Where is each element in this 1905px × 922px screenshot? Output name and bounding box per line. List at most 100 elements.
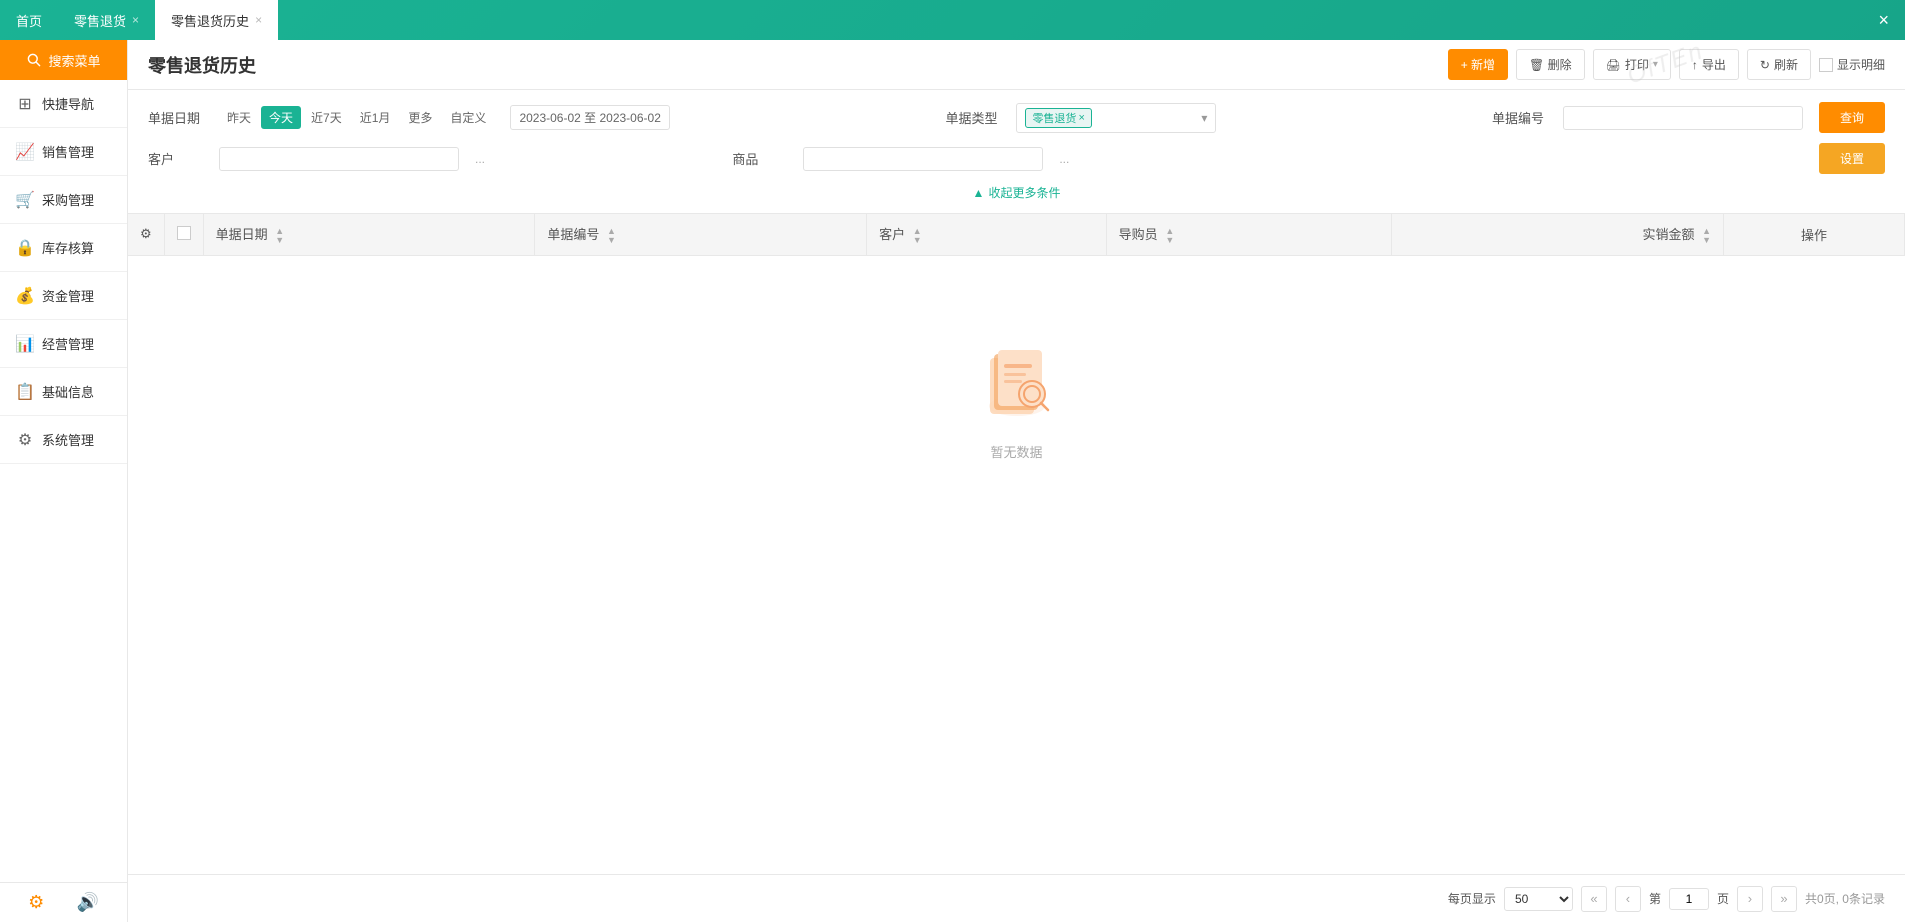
print-chevron: ▾	[1653, 59, 1658, 70]
tab-retail-return[interactable]: 零售退货×	[58, 0, 155, 40]
collapse-label: 收起更多条件	[988, 184, 1060, 201]
sidebar-nav: ⊞快捷导航📈销售管理 🛒 采购管理 🔒库存核算 💰 资金管理 📊 经营管理 📋基础信息 ⚙ 系统管理	[0, 80, 127, 882]
sidebar-bottom: ⚙ 🔊	[0, 882, 127, 922]
col-guide: 导购员 ▲▼	[1106, 214, 1392, 255]
nav-label-system-mgmt: 系统管理	[42, 430, 94, 449]
prev-page-btn[interactable]: ‹	[1615, 886, 1641, 912]
col-settings: ⚙	[128, 214, 164, 255]
type-select[interactable]: 零售退货 × ▾	[1016, 103, 1216, 133]
sidebar-item-quick-nav[interactable]: ⊞快捷导航	[0, 80, 127, 128]
filter-row-2: 客户 ... 商品 ... 设置	[148, 143, 1885, 174]
type-tag: 零售退货 ×	[1025, 108, 1091, 128]
nav-icon-purchase-mgmt: 🛒	[16, 191, 34, 209]
col-checkbox	[164, 214, 203, 255]
date-btn-近7天[interactable]: 近7天	[303, 106, 350, 129]
refresh-btn[interactable]: ↻ 刷新	[1747, 49, 1811, 80]
show-detail-text: 显示明细	[1837, 56, 1885, 73]
type-tag-close[interactable]: ×	[1078, 112, 1084, 124]
nav-label-quick-nav: 快捷导航	[42, 94, 94, 113]
nav-icon-operation: 📊	[16, 335, 34, 353]
sidebar-item-operation[interactable]: 📊 经营管理	[0, 320, 127, 368]
page-title: 零售退货历史	[148, 52, 256, 78]
collapse-btn[interactable]: ▲ 收起更多条件	[973, 184, 1061, 201]
nav-icon-base-info: 📋	[16, 383, 34, 401]
sidebar-item-system-mgmt[interactable]: ⚙ 系统管理	[0, 416, 127, 464]
filter-area: 单据日期 昨天今天近7天近1月更多自定义 2023-06-02 至 2023-0…	[128, 90, 1905, 214]
audio-icon[interactable]: 🔊	[76, 892, 98, 913]
nav-label-finance: 资金管理	[42, 286, 94, 305]
col-bill-date-label: 单据日期	[216, 227, 268, 242]
goods-input[interactable]	[803, 147, 1043, 171]
col-actions-label: 操作	[1801, 228, 1827, 243]
type-label: 单据类型	[945, 108, 1000, 127]
date-btn-昨天[interactable]: 昨天	[219, 106, 259, 129]
date-btn-今天[interactable]: 今天	[261, 106, 301, 129]
sidebar-item-inventory[interactable]: 🔒库存核算	[0, 224, 127, 272]
date-btn-更多[interactable]: 更多	[400, 106, 440, 129]
nav-icon-inventory: 🔒	[16, 239, 34, 257]
show-detail-checkbox[interactable]	[1819, 58, 1833, 72]
window-close-btn[interactable]: ×	[1862, 0, 1905, 40]
print-btn[interactable]: 🖨 🖨 打印 打印 ▾	[1593, 49, 1671, 80]
search-icon	[26, 52, 42, 68]
sidebar-item-purchase-mgmt[interactable]: 🛒 采购管理	[0, 176, 127, 224]
sort-arrows-date[interactable]: ▲▼	[275, 227, 284, 245]
header-actions: + 新增 🗑 删除 🖨 🖨 打印 打印 ▾ ↑ 导出 ↻ 刷新	[1448, 49, 1885, 80]
type-chevron: ▾	[1201, 111, 1207, 125]
nav-icon-sales-mgmt: 📈	[16, 143, 34, 161]
sidebar-item-sales-mgmt[interactable]: 📈销售管理	[0, 128, 127, 176]
customer-input[interactable]	[219, 147, 459, 171]
bill-no-label: 单据编号	[1492, 108, 1547, 127]
sidebar-item-finance[interactable]: 💰 资金管理	[0, 272, 127, 320]
select-all-checkbox[interactable]	[177, 226, 191, 240]
customer-label: 客户	[148, 149, 203, 168]
date-range-display[interactable]: 2023-06-02 至 2023-06-02	[510, 105, 669, 130]
total-records: 共0页, 0条记录	[1805, 890, 1885, 907]
empty-icon	[972, 336, 1062, 426]
next-page-btn[interactable]: ›	[1737, 886, 1763, 912]
sort-arrows-no[interactable]: ▲▼	[607, 227, 616, 245]
sort-arrows-guide[interactable]: ▲▼	[1165, 227, 1174, 245]
export-btn[interactable]: ↑ 导出	[1679, 49, 1739, 80]
table-area: ⚙ 单据日期 ▲▼ 单据编号 ▲▼	[128, 214, 1905, 874]
sidebar-item-base-info[interactable]: 📋基础信息	[0, 368, 127, 416]
tab-retail-return-history[interactable]: 零售退货历史×	[155, 0, 278, 40]
content-area: 零售退货历史 + 新增 🗑 删除 🖨 🖨 打印 打印 ▾ ↑ 导出 ↻ 刷新	[128, 40, 1905, 922]
date-btn-近1月[interactable]: 近1月	[352, 106, 399, 129]
settings-icon[interactable]: ⚙	[28, 892, 44, 913]
last-page-btn[interactable]: »	[1771, 886, 1797, 912]
nav-label-operation: 经营管理	[42, 334, 94, 353]
delete-btn[interactable]: 🗑 删除	[1516, 49, 1585, 80]
settings-btn[interactable]: 设置	[1819, 143, 1885, 174]
tab-home[interactable]: 首页	[0, 0, 58, 40]
add-btn[interactable]: + 新增	[1448, 49, 1508, 80]
col-actions: 操作	[1724, 214, 1905, 255]
sidebar-search-btn[interactable]: 搜索菜单	[0, 40, 127, 80]
settings-icon[interactable]: ⚙	[140, 226, 152, 241]
empty-text: 暂无数据	[990, 442, 1042, 461]
first-page-btn[interactable]: «	[1581, 886, 1607, 912]
bill-no-input[interactable]	[1563, 106, 1803, 130]
tab-close-retail-return-history[interactable]: ×	[255, 13, 262, 27]
empty-state: 暂无数据	[128, 256, 1905, 541]
col-bill-date: 单据日期 ▲▼	[203, 214, 535, 255]
collapse-icon: ▲	[973, 186, 985, 200]
nav-icon-system-mgmt: ⚙	[16, 431, 34, 449]
query-btn[interactable]: 查询	[1819, 102, 1885, 133]
tab-list: 首页零售退货×零售退货历史×	[0, 0, 1862, 40]
sort-arrows-customer[interactable]: ▲▼	[913, 227, 922, 245]
per-page-select[interactable]: 102050100	[1504, 887, 1573, 911]
table-head: ⚙ 单据日期 ▲▼ 单据编号 ▲▼	[128, 214, 1905, 255]
nav-label-purchase-mgmt: 采购管理	[42, 190, 94, 209]
table-header-row: ⚙ 单据日期 ▲▼ 单据编号 ▲▼	[128, 214, 1905, 255]
tab-close-retail-return[interactable]: ×	[132, 13, 139, 27]
col-bill-no-label: 单据编号	[547, 227, 599, 242]
per-page-label: 每页显示	[1448, 890, 1496, 907]
date-btn-自定义[interactable]: 自定义	[442, 106, 494, 129]
page-input[interactable]	[1669, 888, 1709, 910]
show-detail-toggle[interactable]: 显示明细	[1819, 56, 1885, 73]
nav-icon-finance: 💰	[16, 287, 34, 305]
col-customer-label: 客户	[879, 227, 905, 242]
sort-arrows-amount[interactable]: ▲▼	[1702, 227, 1711, 245]
export-icon: ↑	[1692, 58, 1698, 72]
